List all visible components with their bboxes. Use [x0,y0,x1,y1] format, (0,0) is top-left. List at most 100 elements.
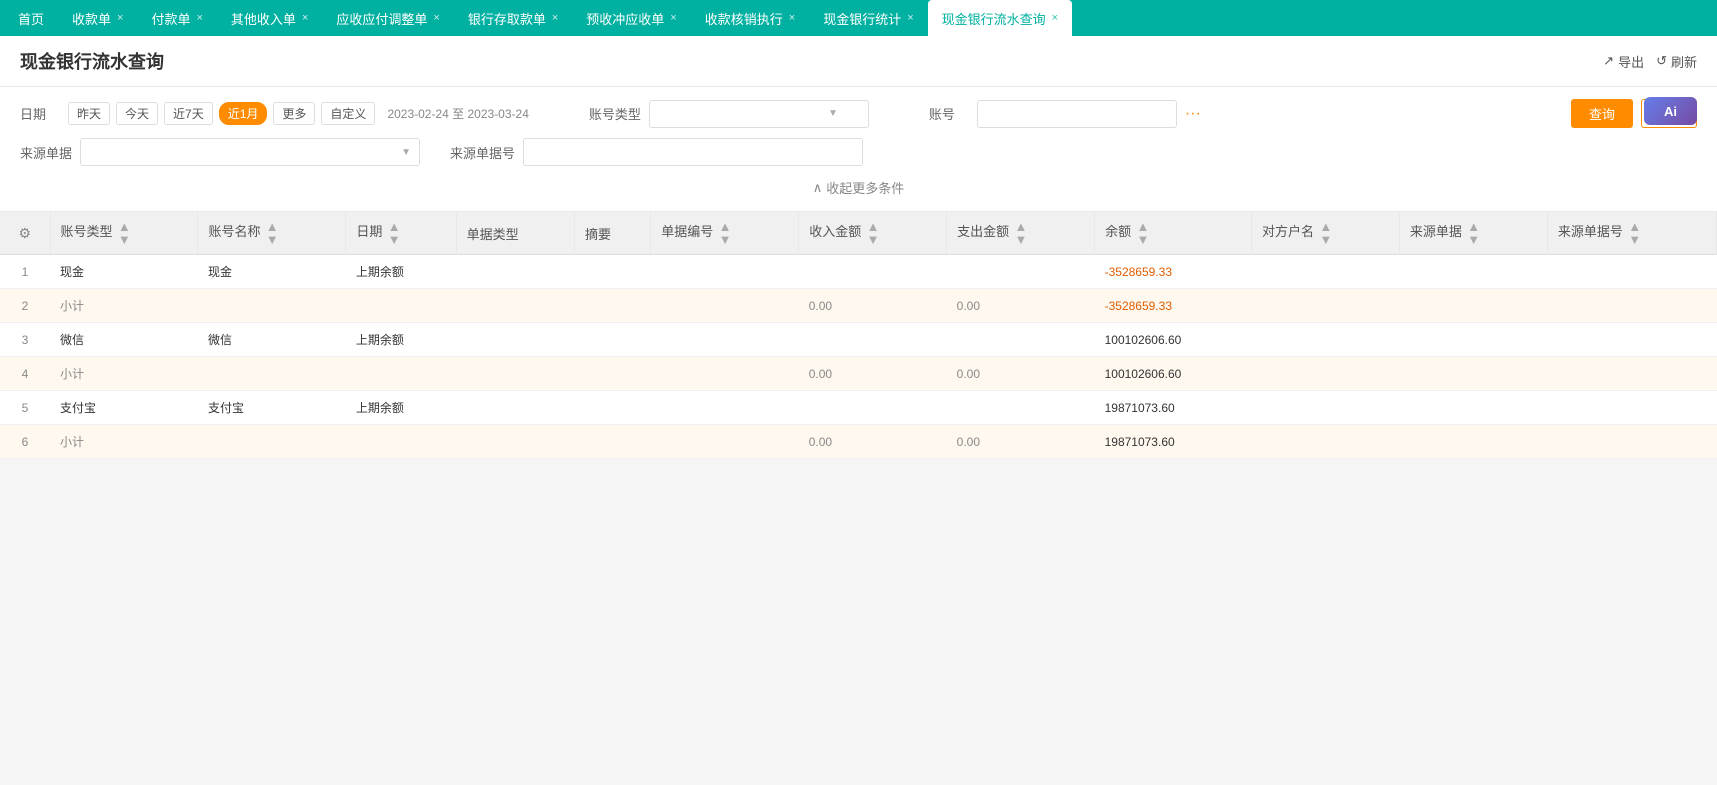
account-dots-button[interactable]: ··· [1185,105,1201,123]
nav-bank-stats[interactable]: 现金银行统计 × [809,0,927,36]
col-summary[interactable]: 摘要 [575,212,651,255]
cell-source-doc-no [1547,323,1716,357]
table-row[interactable]: 2 小计 0.00 0.00 -3528659.33 [0,289,1717,323]
date-custom[interactable]: 自定义 [321,102,375,125]
cell-date: 上期余额 [346,255,456,289]
account-type-select[interactable]: ▼ [649,100,869,128]
nav-ar-adjust-close[interactable]: × [433,12,439,24]
col-account-type[interactable]: 账号类型 ▲▼ [50,212,198,255]
table-row[interactable]: 4 小计 0.00 0.00 100102606.60 [0,357,1717,391]
col-date-label: 日期 [356,224,382,239]
source-doc-select[interactable]: ▼ [80,138,420,166]
cell-account-name: 支付宝 [198,391,346,425]
col-account-name[interactable]: 账号名称 ▲▼ [198,212,346,255]
nav-payment-label: 付款单 [151,9,190,28]
account-type-filter: 账号类型 ▼ [589,100,869,128]
table-row[interactable]: 6 小计 0.00 0.00 19871073.60 [0,425,1717,459]
nav-bank-deposit-close[interactable]: × [552,12,558,24]
source-doc-arrow: ▼ [401,147,411,158]
settings-gear-icon[interactable]: ⚙ [18,225,31,241]
cell-expense: 0.00 [947,289,1095,323]
cell-source-doc [1399,289,1547,323]
source-doc-no-filter: 来源单据号 [450,138,863,166]
date-more[interactable]: 更多 [273,102,315,125]
col-gear[interactable]: ⚙ [0,212,50,255]
nav-other-income[interactable]: 其他收入单 × [217,0,322,36]
cell-balance: -3528659.33 [1095,289,1252,323]
nav-bank-flow-close[interactable]: × [1052,12,1058,24]
cell-expense [947,323,1095,357]
cell-no: 5 [0,391,50,425]
source-doc-no-input[interactable] [523,138,863,166]
refresh-button[interactable]: ↺ 刷新 [1656,52,1697,71]
table-header-row: ⚙ 账号类型 ▲▼ 账号名称 ▲▼ 日期 ▲▼ 单据类型 摘 [0,212,1717,255]
sort-counterpart: ▲▼ [1319,220,1332,246]
nav-bank-stats-label: 现金银行统计 [823,9,901,28]
cell-account-type: 微信 [50,323,198,357]
date-yesterday[interactable]: 昨天 [68,102,110,125]
table-row[interactable]: 3 微信 微信 上期余额 100102606.60 [0,323,1717,357]
col-income[interactable]: 收入金额 ▲▼ [799,212,947,255]
account-no-input[interactable] [977,100,1177,128]
sort-income: ▲▼ [867,220,880,246]
col-doc-no[interactable]: 单据编号 ▲▼ [651,212,799,255]
data-table: ⚙ 账号类型 ▲▼ 账号名称 ▲▼ 日期 ▲▼ 单据类型 摘 [0,212,1717,459]
cell-source-doc-no [1547,391,1716,425]
nav-advance-offset-close[interactable]: × [670,12,676,24]
nav-payment-close[interactable]: × [196,12,202,24]
nav-ar-adjust-label: 应收应付调整单 [336,9,427,28]
cell-summary [575,323,651,357]
col-date[interactable]: 日期 ▲▼ [346,212,456,255]
cell-income [799,255,947,289]
collapse-bar[interactable]: ∧ 收起更多条件 [20,174,1697,201]
cell-income [799,391,947,425]
query-button[interactable]: 查询 [1571,99,1633,128]
nav-other-income-close[interactable]: × [302,12,308,24]
source-doc-label: 来源单据 [20,143,72,162]
table-row[interactable]: 5 支付宝 支付宝 上期余额 19871073.60 [0,391,1717,425]
col-expense[interactable]: 支出金额 ▲▼ [947,212,1095,255]
cell-source-doc [1399,255,1547,289]
cell-doc-no [651,255,799,289]
col-counterpart[interactable]: 对方户名 ▲▼ [1251,212,1399,255]
nav-collection-exec-close[interactable]: × [789,12,795,24]
cell-source-doc [1399,323,1547,357]
ai-button[interactable]: Ai [1644,97,1697,125]
date-range-display: 2023-02-24 至 2023-03-24 [387,105,528,122]
col-source-doc[interactable]: 来源单据 ▲▼ [1399,212,1547,255]
col-source-doc-no[interactable]: 来源单据号 ▲▼ [1547,212,1716,255]
col-account-name-label: 账号名称 [208,224,260,239]
cell-no: 2 [0,289,50,323]
nav-ar-adjust[interactable]: 应收应付调整单 × [322,0,453,36]
cell-doc-type [456,425,574,459]
sort-account-name: ▲▼ [266,220,279,246]
col-doc-type[interactable]: 单据类型 [456,212,574,255]
date-1month[interactable]: 近1月 [219,102,268,125]
nav-bank-stats-close[interactable]: × [907,12,913,24]
page-title: 现金银行流水查询 [20,48,164,74]
cell-source-doc-no [1547,357,1716,391]
sort-source-doc-no: ▲▼ [1628,220,1641,246]
sort-source-doc: ▲▼ [1467,220,1480,246]
nav-payment[interactable]: 付款单 × [137,0,216,36]
nav-collection-exec[interactable]: 收款核销执行 × [691,0,809,36]
col-balance[interactable]: 余额 ▲▼ [1095,212,1252,255]
cell-doc-type [456,391,574,425]
nav-receipt-close[interactable]: × [117,12,123,24]
nav-bank-deposit[interactable]: 银行存取款单 × [454,0,572,36]
nav-bank-flow[interactable]: 现金银行流水查询 × [928,0,1072,36]
table-row[interactable]: 1 现金 现金 上期余额 -3528659.33 [0,255,1717,289]
nav-advance-offset[interactable]: 预收冲应收单 × [572,0,690,36]
table-container: ⚙ 账号类型 ▲▼ 账号名称 ▲▼ 日期 ▲▼ 单据类型 摘 [0,212,1717,459]
cell-income: 0.00 [799,289,947,323]
nav-home[interactable]: 首页 [4,0,58,36]
nav-receipt[interactable]: 收款单 × [58,0,137,36]
col-balance-label: 余额 [1105,224,1131,239]
date-today[interactable]: 今天 [116,102,158,125]
date-buttons: 昨天 今天 近7天 近1月 更多 自定义 [68,102,375,125]
cell-account-type: 支付宝 [50,391,198,425]
top-nav: 首页 收款单 × 付款单 × 其他收入单 × 应收应付调整单 × 银行存取款单 … [0,0,1717,36]
date-7days[interactable]: 近7天 [164,102,213,125]
cell-doc-no [651,425,799,459]
export-button[interactable]: ↗ 导出 [1603,52,1644,71]
